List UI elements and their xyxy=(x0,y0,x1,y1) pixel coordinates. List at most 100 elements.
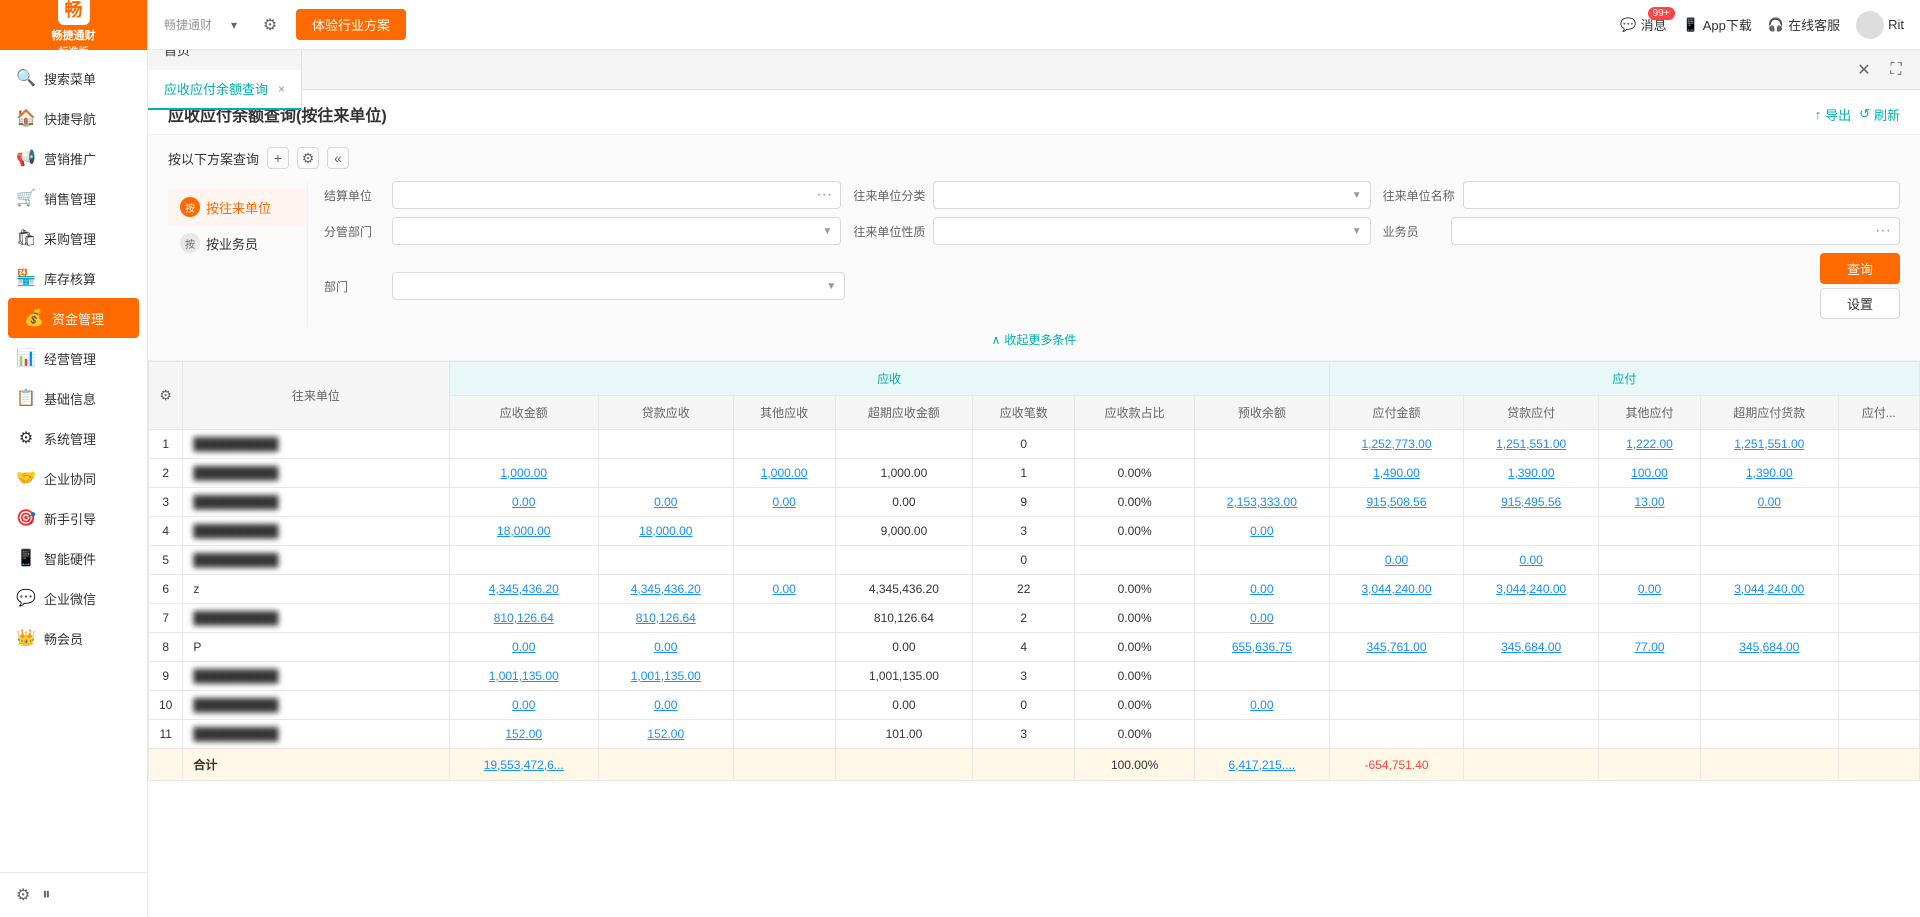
yewuyuan-input[interactable]: ··· xyxy=(1451,217,1900,245)
sidebar-item-hardware[interactable]: 📱智能硬件 xyxy=(0,538,147,578)
total-empty-7 xyxy=(1598,749,1700,781)
user-avatar[interactable]: Rit xyxy=(1856,11,1904,39)
col-ap-other: 其他应付 xyxy=(1598,396,1700,430)
query-button[interactable]: 查询 xyxy=(1820,253,1900,284)
row-number: 10 xyxy=(149,691,183,720)
refresh-button[interactable]: ↺ 刷新 xyxy=(1859,105,1900,124)
row-ar-ratio: 0.00% xyxy=(1075,604,1195,633)
sidebar-menu: 🔍搜索菜单🏠快捷导航📢营销推广🛒销售管理🛍采购管理🏪库存核算💰资金管理📊经营管理… xyxy=(0,50,147,872)
avatar-image xyxy=(1856,11,1884,39)
sidebar-item-inventory[interactable]: 🏪库存核算 xyxy=(0,258,147,298)
main-content: 应收应付余额查询(按往来单位) ↑ 导出 ↺ 刷新 按以下方案查询 + ⚙ xyxy=(148,90,1920,917)
col-settings[interactable]: ⚙ xyxy=(149,362,183,430)
row-ar-ratio: 0.00% xyxy=(1075,575,1195,604)
row-ap-other: 100.00 xyxy=(1598,459,1700,488)
row-ar-overdue: 4,345,436.20 xyxy=(835,575,973,604)
purchase-icon: 🛍 xyxy=(16,228,36,248)
topbar-dropdown[interactable]: ▾ xyxy=(224,15,244,35)
sidebar-item-enterprise[interactable]: 🤝企业协同 xyxy=(0,458,147,498)
row-ap-more xyxy=(1838,575,1919,604)
jiesuan-dots-icon: ··· xyxy=(816,186,832,204)
mingcheng-input[interactable] xyxy=(1463,181,1900,209)
sidebar-label-inventory: 库存核算 xyxy=(44,269,96,288)
row-ap-more xyxy=(1838,662,1919,691)
scheme-by-partner[interactable]: 按 按往来单位 xyxy=(168,189,307,225)
row-ar-loan: 0.00 xyxy=(598,691,733,720)
row-ar-ratio: 0.00% xyxy=(1075,517,1195,546)
row-number: 6 xyxy=(149,575,183,604)
sidebar-item-purchase[interactable]: 🛍采购管理 xyxy=(0,218,147,258)
scheme-settings-button[interactable]: ⚙ xyxy=(297,147,319,169)
message-badge: 99+ xyxy=(1648,7,1675,20)
row-ap-more xyxy=(1838,604,1919,633)
row-ar-prepay xyxy=(1195,720,1330,749)
col-ar-overdue: 超期应收金额 xyxy=(835,396,973,430)
mingcheng-label: 往来单位名称 xyxy=(1383,187,1455,204)
sidebar-item-sales[interactable]: 🛒销售管理 xyxy=(0,178,147,218)
jiesuan-input[interactable]: ··· xyxy=(392,181,841,209)
export-button[interactable]: ↑ 导出 xyxy=(1815,105,1852,124)
online-service-button[interactable]: 🎧 在线客服 xyxy=(1768,15,1840,34)
collapse-button[interactable]: ∧ 收起更多条件 xyxy=(992,331,1077,348)
maximize-button[interactable]: ⛶ xyxy=(1884,58,1908,82)
row-ar-loan: 4,345,436.20 xyxy=(598,575,733,604)
sidebar-label-marketing: 营销推广 xyxy=(44,149,96,168)
sidebar-label-member: 畅会员 xyxy=(44,629,83,648)
row-ar-overdue: 0.00 xyxy=(835,488,973,517)
message-button[interactable]: 💬 消息 99+ xyxy=(1620,15,1666,34)
collapse-icon[interactable]: ⏸ xyxy=(42,886,50,904)
table-row: 10 ██████████ 0.00 0.00 0.00 0 0.00% 0.0… xyxy=(149,691,1920,720)
row-partner: ██████████ xyxy=(183,720,449,749)
add-scheme-button[interactable]: + xyxy=(267,147,289,169)
row-ar-loan: 18,000.00 xyxy=(598,517,733,546)
bumen-select[interactable]: ▼ xyxy=(392,272,845,300)
row-ar-ratio xyxy=(1075,546,1195,575)
row-ar-loan xyxy=(598,459,733,488)
sidebar-item-guide[interactable]: 🎯新手引导 xyxy=(0,498,147,538)
export-icon: ↑ xyxy=(1815,107,1822,122)
fenlei-select[interactable]: ▼ xyxy=(933,181,1370,209)
yewuyuan-label: 业务员 xyxy=(1383,223,1443,240)
search-row-1: 结算单位 ··· 往来单位分类 ▼ xyxy=(324,181,1900,209)
row-ap-other: 13.00 xyxy=(1598,488,1700,517)
fenguan-select[interactable]: ▼ xyxy=(392,217,841,245)
sidebar-item-search[interactable]: 🔍搜索菜单 xyxy=(0,58,147,98)
sidebar-label-sales: 销售管理 xyxy=(44,189,96,208)
tabbar-actions: ✕ ⛶ xyxy=(1852,58,1920,82)
settings-button[interactable]: 设置 xyxy=(1820,288,1900,319)
row-ar-overdue xyxy=(835,430,973,459)
sidebar-item-wechat[interactable]: 💬企业微信 xyxy=(0,578,147,618)
sidebar-item-finance[interactable]: 💰资金管理 xyxy=(8,298,139,338)
app-download-button[interactable]: 📱 App下载 xyxy=(1683,15,1752,34)
row-ap-more xyxy=(1838,720,1919,749)
nav-icon: 🏠 xyxy=(16,108,36,128)
xingzhi-arrow-icon: ▼ xyxy=(1352,226,1362,237)
sidebar-item-nav[interactable]: 🏠快捷导航 xyxy=(0,98,147,138)
tab-close-ar-ap[interactable]: × xyxy=(278,82,285,96)
row-ap-overdue: 3,044,240.00 xyxy=(1701,575,1839,604)
table-foot: 合计 19,553,472,6... 100.00% 6,417,215....… xyxy=(149,749,1920,781)
scheme-back-button[interactable]: « xyxy=(327,147,349,169)
row-ap-overdue: 1,390.00 xyxy=(1701,459,1839,488)
topbar-settings-icon[interactable]: ⚙ xyxy=(256,11,284,39)
sidebar-item-member[interactable]: 👑畅会员 xyxy=(0,618,147,658)
solution-button[interactable]: 体验行业方案 xyxy=(296,9,406,40)
total-label: 合计 xyxy=(183,749,449,781)
fenguan-arrow-icon: ▼ xyxy=(822,226,832,237)
topbar-right: 💬 消息 99+ 📱 App下载 🎧 在线客服 Rit xyxy=(1620,11,1904,39)
table-body: 1 ██████████ 0 1,252,773.00 1,251,551.00… xyxy=(149,430,1920,749)
xingzhi-select[interactable]: ▼ xyxy=(933,217,1370,245)
settings-icon[interactable]: ⚙ xyxy=(16,885,30,905)
scheme-by-salesperson[interactable]: 按 按业务员 xyxy=(168,225,307,261)
refresh-icon: ↺ xyxy=(1859,106,1870,122)
field-fenlei: 往来单位分类 ▼ xyxy=(853,181,1370,209)
sidebar-item-marketing[interactable]: 📢营销推广 xyxy=(0,138,147,178)
sidebar-item-operations[interactable]: 📊经营管理 xyxy=(0,338,147,378)
row-ap-other xyxy=(1598,604,1700,633)
tab-ar-ap[interactable]: 应收应付余额查询× xyxy=(148,70,302,110)
sidebar-label-search: 搜索菜单 xyxy=(44,69,96,88)
close-window-button[interactable]: ✕ xyxy=(1852,58,1876,82)
row-ar-count: 1 xyxy=(973,459,1075,488)
sidebar-item-basic[interactable]: 📋基础信息 xyxy=(0,378,147,418)
sidebar-item-system[interactable]: ⚙系统管理 xyxy=(0,418,147,458)
